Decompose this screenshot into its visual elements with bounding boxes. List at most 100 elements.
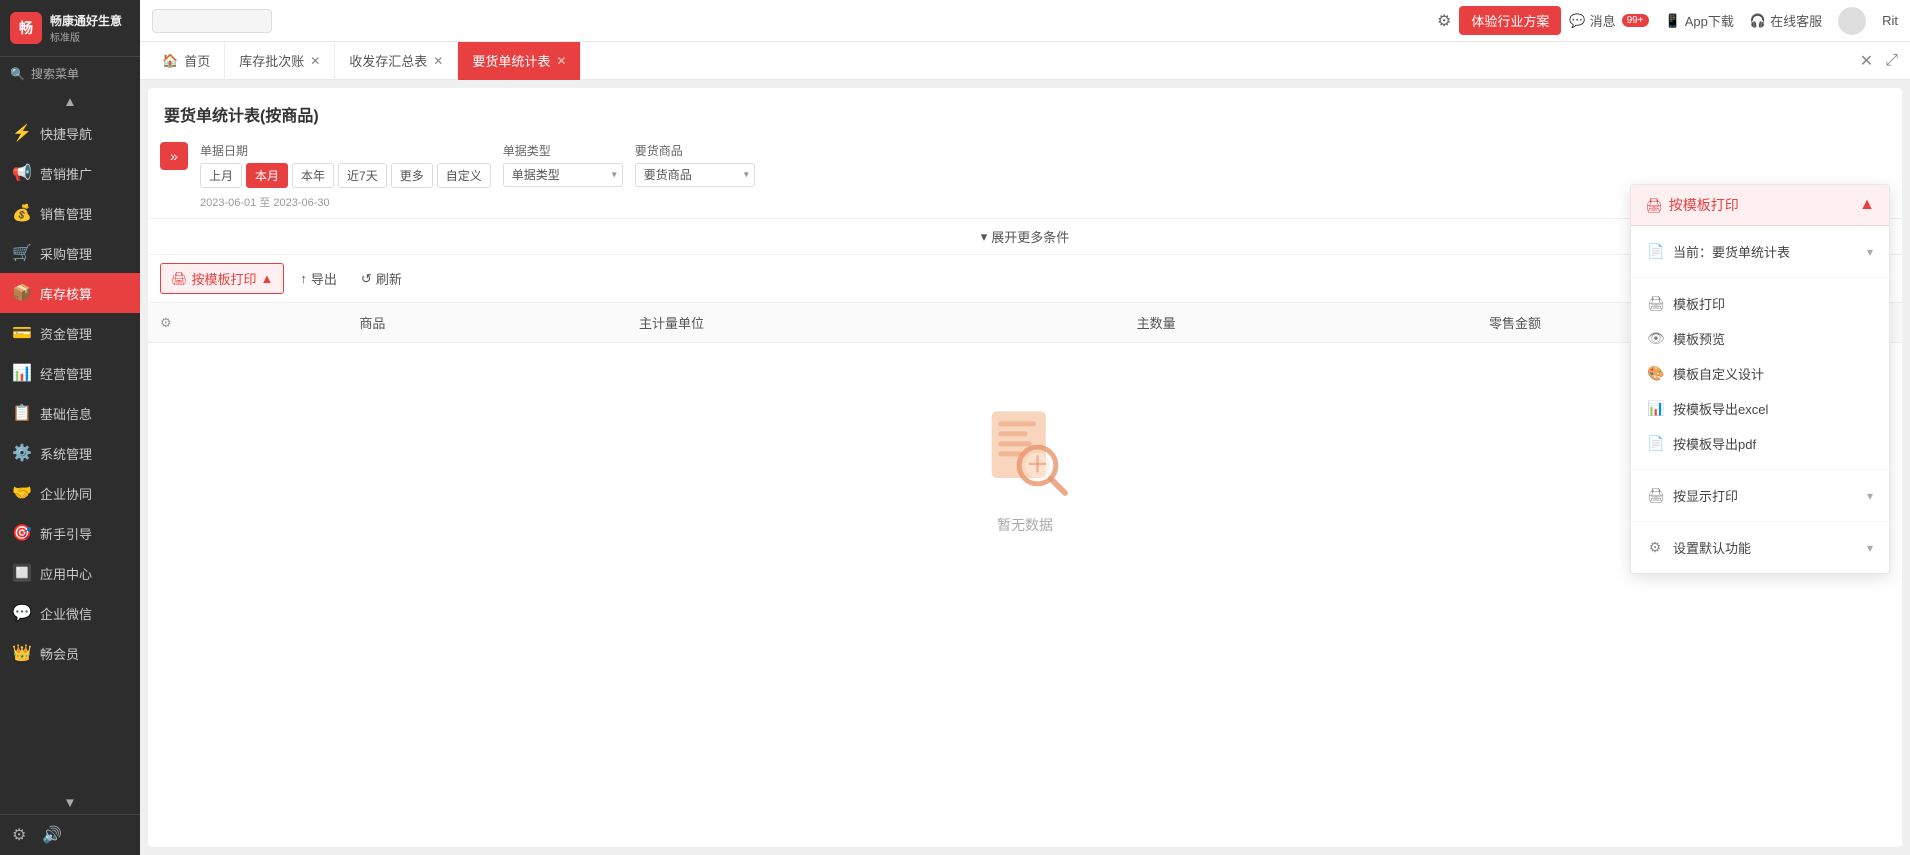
dropdown-title: 🖨 按模板打印: [1645, 195, 1739, 215]
date-btn-7days[interactable]: 近7天: [338, 163, 387, 188]
dropdown-current-item[interactable]: 📄 当前：要货单统计表 ▾: [1631, 234, 1889, 269]
app-download-item[interactable]: 📱 App下载: [1665, 11, 1734, 30]
marketing-icon: 📢: [12, 163, 32, 183]
tab-inventory-batch[interactable]: 库存批次账 ✕: [225, 42, 335, 80]
dropdown-item-template-print[interactable]: 🖨 模板打印: [1631, 286, 1889, 321]
default-func-arrow-icon: ▾: [1867, 541, 1873, 555]
dropdown-header: 🖨 按模板打印 ▲: [1631, 185, 1889, 226]
tab-receipt-summary[interactable]: 收发存汇总表 ✕: [335, 42, 458, 80]
system-icon: ⚙️: [12, 443, 32, 463]
doc-type-select[interactable]: 单据类型: [503, 163, 623, 187]
sidebar-item-member[interactable]: 👑 畅会员: [0, 633, 140, 673]
tab-home[interactable]: 🏠 首页: [148, 42, 225, 80]
industry-btn[interactable]: 体验行业方案: [1459, 6, 1561, 35]
sidebar-item-operation[interactable]: 📊 经营管理: [0, 353, 140, 393]
date-btn-custom[interactable]: 自定义: [437, 163, 491, 188]
dropdown-item-template-pdf[interactable]: 📄 按模板导出pdf: [1631, 426, 1889, 461]
page-title: 要货单统计表(按商品): [148, 88, 1902, 134]
sidebar-item-collab[interactable]: 🤝 企业协同: [0, 473, 140, 513]
sidebar-scroll-up[interactable]: ▲: [0, 90, 140, 113]
expand-more-btn[interactable]: ▾ 展开更多条件: [969, 223, 1082, 250]
sidebar-scroll-down[interactable]: ▼: [0, 791, 140, 814]
sidebar-item-marketing[interactable]: 📢 营销推广: [0, 153, 140, 193]
table-settings-icon[interactable]: ⚙: [160, 315, 172, 330]
col-unit: 主计量单位: [627, 303, 1125, 343]
maximize-tab-btn[interactable]: ⤢: [1881, 47, 1902, 75]
sidebar-item-sales[interactable]: 💰 销售管理: [0, 193, 140, 233]
expand-icon: ▾: [981, 229, 988, 245]
col-settings[interactable]: ⚙: [148, 303, 347, 343]
sidebar-item-guide[interactable]: 🎯 新手引导: [0, 513, 140, 553]
refresh-btn[interactable]: ↺ 刷新: [353, 264, 410, 293]
main-area: ⚙ 体验行业方案 💬 消息 99+ 📱 App下载 🎧 在线客服 Rit 🏠 首…: [140, 0, 1910, 855]
sidebar-item-system[interactable]: ⚙️ 系统管理: [0, 433, 140, 473]
online-service-item[interactable]: 🎧 在线客服: [1750, 11, 1822, 30]
top-bar: ⚙ 体验行业方案 💬 消息 99+ 📱 App下载 🎧 在线客服 Rit: [140, 0, 1910, 42]
sidebar-item-wechat[interactable]: 💬 企业微信: [0, 593, 140, 633]
message-item[interactable]: 💬 消息 99+: [1569, 11, 1648, 30]
display-print-arrow-icon: ▾: [1867, 489, 1873, 503]
headset-icon: 🎧: [1750, 13, 1766, 29]
message-icon: 💬: [1569, 13, 1585, 29]
speaker-icon[interactable]: 🔊: [42, 825, 62, 845]
date-btn-more[interactable]: 更多: [391, 163, 433, 188]
display-print-icon: 🖨: [1647, 487, 1663, 504]
refresh-icon: ↺: [361, 271, 372, 287]
date-filter-group: 单据日期 上月 本月 本年 近7天 更多 自定义 2023-06-01 至 20…: [200, 142, 491, 210]
dropdown-item-template-excel[interactable]: 📊 按模板导出excel: [1631, 391, 1889, 426]
sidebar-item-finance[interactable]: 💳 资金管理: [0, 313, 140, 353]
settings-icon[interactable]: ⚙: [12, 825, 26, 845]
date-btn-current[interactable]: 本月: [246, 163, 288, 188]
sidebar-item-basic[interactable]: 📋 基础信息: [0, 393, 140, 433]
user-avatar[interactable]: [1838, 7, 1866, 35]
top-search-input[interactable]: [152, 9, 272, 33]
dropdown-display-print-item[interactable]: 🖨 按显示打印 ▾: [1631, 478, 1889, 513]
wechat-icon: 💬: [12, 603, 32, 623]
inventory-icon: 📦: [12, 283, 32, 303]
close-order-stats-icon[interactable]: ✕: [556, 54, 566, 68]
export-icon: ↑: [300, 271, 307, 286]
empty-text: 暂无数据: [997, 515, 1053, 535]
doc-type-select-wrap: 单据类型: [503, 163, 623, 187]
print-btn[interactable]: 🖨 按模板打印 ▲: [160, 263, 284, 294]
default-func-icon: ⚙: [1647, 539, 1663, 556]
empty-icon: [975, 403, 1075, 503]
app-logo: 畅 畅康通好生意 标准版: [0, 0, 140, 57]
gear-icon[interactable]: ⚙: [1437, 11, 1451, 31]
template-print-icon: 🖨: [1647, 295, 1663, 312]
close-receipt-summary-icon[interactable]: ✕: [433, 54, 443, 68]
date-btn-prev[interactable]: 上月: [200, 163, 242, 188]
date-btn-year[interactable]: 本年: [292, 163, 334, 188]
operation-icon: 📊: [12, 363, 32, 383]
content-area: 要货单统计表(按商品) » 单据日期 上月 本月 本年 近7天 更多 自定义 2…: [148, 88, 1902, 847]
search-menu[interactable]: 🔍 搜索菜单: [0, 57, 140, 90]
close-tab-btn[interactable]: ✕: [1856, 47, 1877, 75]
sidebar-item-quick-nav[interactable]: ⚡ 快捷导航: [0, 113, 140, 153]
col-goods: 商品: [347, 303, 627, 343]
dropdown-display-section: 🖨 按显示打印 ▾: [1631, 470, 1889, 522]
print-header-icon: 🖨: [1645, 197, 1663, 214]
sidebar-item-purchase[interactable]: 🛒 采购管理: [0, 233, 140, 273]
goods-filter-group: 要货商品 要货商品: [635, 142, 755, 187]
dropdown-default-func-item[interactable]: ⚙ 设置默认功能 ▾: [1631, 530, 1889, 565]
tab-right-btns: ✕ ⤢: [1856, 47, 1902, 75]
sidebar-item-appstore[interactable]: 🔲 应用中心: [0, 553, 140, 593]
dropdown-item-template-preview[interactable]: 👁 模板预览: [1631, 321, 1889, 356]
doc-type-filter-group: 单据类型 单据类型: [503, 142, 623, 187]
basic-icon: 📋: [12, 403, 32, 423]
appstore-icon: 🔲: [12, 563, 32, 583]
tab-order-stats[interactable]: 要货单统计表 ✕: [458, 42, 581, 80]
print-icon: 🖨: [171, 271, 188, 287]
sidebar-item-inventory[interactable]: 📦 库存核算: [0, 273, 140, 313]
close-inventory-batch-icon[interactable]: ✕: [310, 54, 320, 68]
dropdown-item-template-custom[interactable]: 🎨 模板自定义设计: [1631, 356, 1889, 391]
collab-icon: 🤝: [12, 483, 32, 503]
sidebar-nav: ⚡ 快捷导航 📢 营销推广 💰 销售管理 🛒 采购管理 📦 库存核算 💳 资金管…: [0, 113, 140, 791]
export-btn[interactable]: ↑ 导出: [292, 264, 345, 293]
goods-select[interactable]: 要货商品: [635, 163, 755, 187]
print-dropdown-popup: 🖨 按模板打印 ▲ 📄 当前：要货单统计表 ▾ 🖨: [1630, 184, 1890, 574]
filter-toggle-btn[interactable]: »: [160, 142, 188, 170]
print-arrow-icon: ▲: [261, 271, 274, 286]
tabs-bar: 🏠 首页 库存批次账 ✕ 收发存汇总表 ✕ 要货单统计表 ✕ ✕ ⤢: [140, 42, 1910, 80]
dropdown-close-btn[interactable]: ▲: [1859, 196, 1875, 214]
